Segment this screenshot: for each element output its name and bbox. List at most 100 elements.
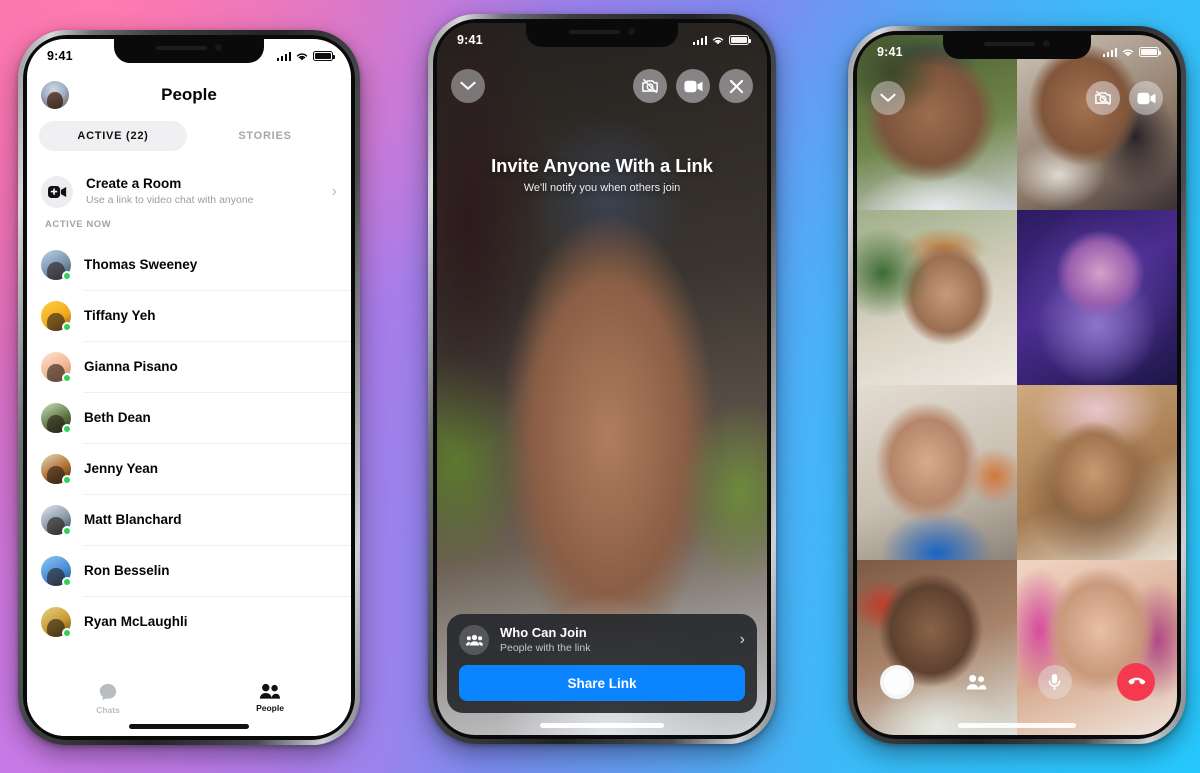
contact-name: Gianna Pisano [84, 359, 178, 374]
profile-avatar[interactable] [41, 81, 69, 109]
add-people-button[interactable] [959, 665, 993, 699]
contact-row[interactable]: Jenny Yean [27, 443, 351, 494]
effects-button[interactable] [879, 665, 914, 699]
video-plus-icon [41, 176, 73, 208]
top-call-controls [633, 69, 753, 103]
phone-screen: 9:41 [437, 23, 767, 735]
online-status-dot [62, 270, 72, 281]
notch [114, 39, 264, 63]
battery-icon [1139, 47, 1161, 57]
close-x-icon [729, 79, 743, 93]
contact-row[interactable]: Ron Besselin [27, 545, 351, 596]
top-call-controls [1086, 81, 1163, 115]
call-control-bar [857, 663, 1177, 701]
tab-bar: ACTIVE (22) STORIES [27, 121, 351, 151]
invite-subheading: We'll notify you when others join [523, 182, 681, 194]
flip-camera-button[interactable] [1086, 81, 1120, 115]
people-icon [966, 675, 986, 690]
contact-row[interactable]: Tiffany Yeh [27, 290, 351, 341]
tab-active[interactable]: ACTIVE (22) [39, 121, 187, 151]
contact-row[interactable]: Matt Blanchard [27, 494, 351, 545]
camera-flip-icon [642, 79, 658, 93]
create-room-subtitle: Use a link to video chat with anyone [86, 194, 254, 207]
online-status-dot [62, 372, 72, 383]
status-time: 9:41 [47, 49, 73, 63]
home-indicator [958, 723, 1076, 728]
invite-heading: Invite Anyone With a Link [491, 155, 713, 176]
end-call-button[interactable] [1116, 663, 1155, 701]
phone-room-invite: 9:41 Invite Anyone With a Link We'll not… [428, 14, 776, 744]
participant-tile[interactable] [857, 560, 1017, 735]
contact-row[interactable]: Thomas Sweeney [27, 239, 351, 290]
chevron-down-icon [880, 93, 896, 102]
who-can-join-title: Who Can Join [500, 624, 587, 640]
participant-tile[interactable] [857, 385, 1017, 560]
battery-icon [313, 51, 335, 61]
contacts-list[interactable]: Thomas Sweeney Tiffany Yeh Gianna Pisano Be… [27, 239, 351, 676]
create-room-text: Create a Room Use a link to video chat w… [86, 176, 332, 207]
share-link-button[interactable]: Share Link [459, 665, 745, 701]
battery-icon [729, 35, 751, 45]
contact-avatar [41, 300, 72, 332]
tab-chats-label: Chats [96, 705, 120, 715]
contact-name: Ryan McLaughli [84, 614, 188, 629]
participant-tile[interactable] [857, 210, 1017, 385]
who-can-join-text: Who Can Join People with the link [500, 625, 740, 655]
tab-chats[interactable]: Chats [27, 682, 189, 715]
contact-name: Matt Blanchard [84, 512, 182, 527]
online-status-dot [62, 576, 72, 587]
contact-name: Jenny Yean [84, 461, 159, 476]
page-title: People [161, 85, 217, 104]
earpiece-speaker [156, 46, 207, 50]
status-indicators [1102, 47, 1161, 58]
phone-group-call: 9:41 [848, 26, 1186, 744]
participant-tile[interactable] [1017, 210, 1177, 385]
chat-bubble-icon [99, 683, 117, 701]
create-room-row[interactable]: Create a Room Use a link to video chat w… [27, 165, 351, 219]
contact-name: Thomas Sweeney [84, 257, 198, 272]
toggle-video-button[interactable] [1129, 81, 1163, 115]
toggle-video-button[interactable] [676, 69, 710, 103]
online-status-dot [62, 627, 72, 638]
video-camera-icon [1136, 92, 1155, 104]
status-time: 9:41 [877, 45, 903, 59]
minimize-button[interactable] [871, 81, 905, 115]
mute-button[interactable] [1037, 665, 1072, 699]
screenshot-stage: 9:41 People ACTIVE (22) STORIES Create a… [0, 0, 1200, 773]
contact-avatar [41, 249, 72, 281]
end-call-icon [1128, 677, 1145, 685]
status-indicators [276, 51, 335, 62]
phone-screen: 9:41 People ACTIVE (22) STORIES Create a… [27, 39, 351, 736]
video-camera-icon [683, 80, 702, 92]
home-indicator [540, 723, 664, 728]
contact-row[interactable]: Ryan McLaughli [27, 596, 351, 647]
contact-avatar [41, 402, 72, 434]
status-indicators [692, 35, 751, 46]
who-can-join-row[interactable]: Who Can Join People with the link › [459, 625, 745, 655]
phone-messenger-people: 9:41 People ACTIVE (22) STORIES Create a… [18, 30, 360, 745]
effects-circle-icon [883, 669, 910, 695]
contact-row[interactable]: Gianna Pisano [27, 341, 351, 392]
minimize-button[interactable] [451, 69, 485, 103]
notch [526, 23, 678, 47]
bottom-sheet: Who Can Join People with the link › Shar… [447, 613, 757, 713]
signal-bars-icon [692, 35, 707, 45]
home-indicator [129, 724, 249, 729]
participant-grid [857, 35, 1177, 735]
earpiece-speaker [984, 42, 1035, 46]
flip-camera-button[interactable] [633, 69, 667, 103]
participant-tile[interactable] [1017, 385, 1177, 560]
online-status-dot [62, 321, 72, 332]
participant-tile[interactable] [1017, 560, 1177, 735]
tab-stories[interactable]: STORIES [191, 121, 339, 151]
people-header: People [27, 69, 351, 121]
signal-bars-icon [276, 51, 291, 61]
online-status-dot [62, 423, 72, 434]
close-button[interactable] [719, 69, 753, 103]
tab-people[interactable]: People [189, 682, 351, 713]
create-room-title: Create a Room [86, 176, 182, 192]
wifi-icon [1122, 48, 1134, 56]
earpiece-speaker [568, 30, 621, 34]
contact-row[interactable]: Beth Dean [27, 392, 351, 443]
microphone-icon [1048, 674, 1061, 691]
